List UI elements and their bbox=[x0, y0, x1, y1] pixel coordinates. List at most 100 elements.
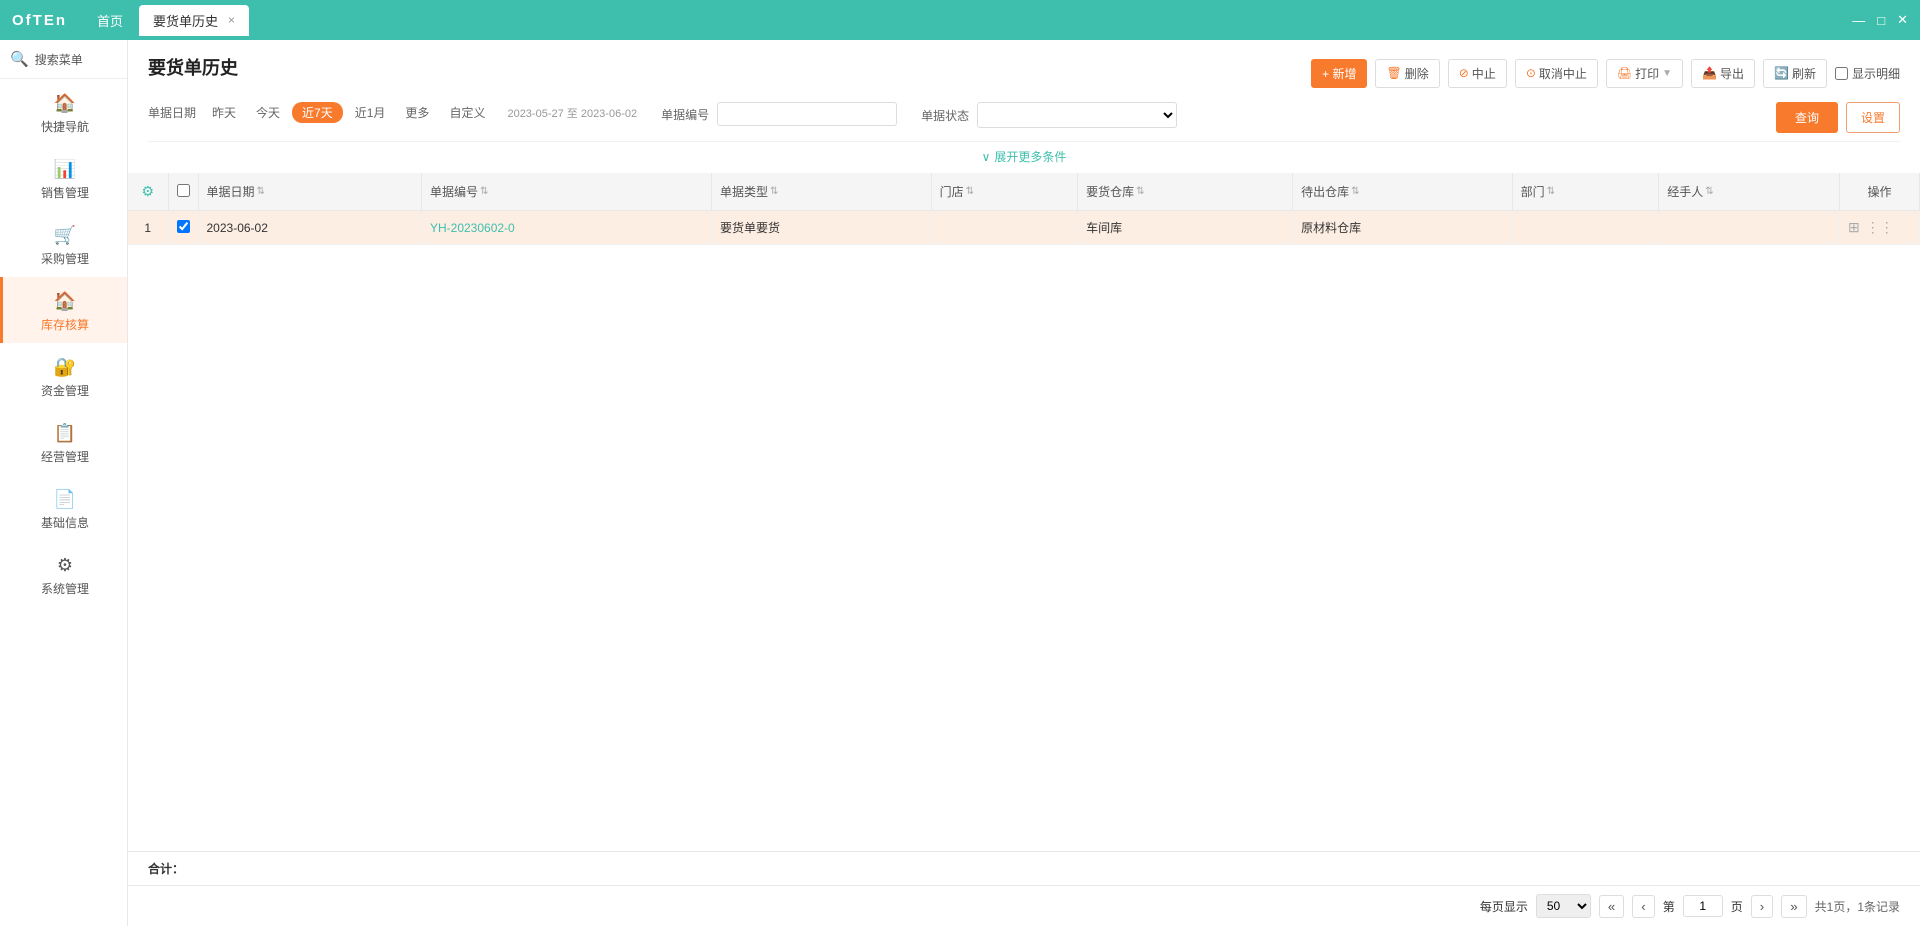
order-no-link[interactable]: YH-20230602-0 bbox=[430, 221, 515, 235]
sidebar-item-purchase[interactable]: 🛒 采购管理 bbox=[0, 211, 127, 277]
page-input[interactable] bbox=[1683, 895, 1723, 917]
date-yesterday[interactable]: 昨天 bbox=[204, 102, 244, 123]
table-body: 1 2023-06-02 YH-20230602-0 要货单要货 车间库 原材料… bbox=[128, 211, 1920, 245]
stop-button-label: 中止 bbox=[1472, 65, 1496, 82]
tab-home-label: 首页 bbox=[97, 11, 123, 30]
print-button[interactable]: 🖨 打印 ▼ bbox=[1606, 59, 1683, 88]
order-no-input[interactable] bbox=[717, 102, 897, 126]
finance-icon: 🔐 bbox=[54, 357, 76, 378]
cancel-stop-button[interactable]: ⊙ 取消中止 bbox=[1515, 59, 1598, 88]
purchase-icon: 🛒 bbox=[54, 225, 76, 246]
next-page-btn[interactable]: › bbox=[1751, 895, 1773, 918]
row-checkbox[interactable] bbox=[177, 220, 190, 233]
sidebar-item-label: 采购管理 bbox=[41, 250, 89, 267]
column-settings-icon[interactable]: ⚙ bbox=[141, 183, 154, 199]
sort-order-no[interactable]: 单据编号 bbox=[430, 183, 488, 200]
sort-store[interactable]: 门店 bbox=[940, 183, 974, 200]
date-today[interactable]: 今天 bbox=[248, 102, 288, 123]
sidebar-item-basic-info[interactable]: 📄 基础信息 bbox=[0, 475, 127, 541]
stop-button[interactable]: ⊘ 中止 bbox=[1448, 59, 1507, 88]
minimize-btn[interactable]: — bbox=[1852, 13, 1865, 28]
th-warehouse: 要货仓库 bbox=[1078, 173, 1293, 211]
th-actions: 操作 bbox=[1840, 173, 1920, 211]
sidebar-item-inventory[interactable]: 🏠 库存核算 bbox=[0, 277, 127, 343]
more-action-icon[interactable]: ⋮⋮ bbox=[1866, 219, 1894, 236]
last-page-btn[interactable]: » bbox=[1781, 895, 1806, 918]
refresh-button[interactable]: 🔄 刷新 bbox=[1763, 59, 1827, 88]
query-button-label: 查询 bbox=[1795, 109, 1819, 126]
brand-text: OfTEn bbox=[12, 12, 67, 29]
sidebar-item-label: 销售管理 bbox=[41, 184, 89, 201]
table-container: ⚙ 单据日期 单据编号 单据类型 门店 要货仓库 待出仓库 部门 bbox=[128, 173, 1920, 851]
date-custom[interactable]: 自定义 bbox=[441, 102, 493, 123]
date-filter-label: 单据日期 bbox=[148, 104, 196, 121]
sidebar-search[interactable]: 🔍 搜索菜单 bbox=[0, 40, 127, 79]
sidebar: 🔍 搜索菜单 🏠 快捷导航 📊 销售管理 🛒 采购管理 🏠 库存核算 🔐 bbox=[0, 40, 128, 926]
expand-icon: ∨ bbox=[982, 150, 991, 164]
status-filter-group: 单据状态 bbox=[921, 102, 1177, 128]
sales-icon: 📊 bbox=[54, 159, 76, 180]
first-page-btn[interactable]: « bbox=[1599, 895, 1624, 918]
table-row[interactable]: 1 2023-06-02 YH-20230602-0 要货单要货 车间库 原材料… bbox=[128, 211, 1920, 245]
sidebar-item-label: 基础信息 bbox=[41, 514, 89, 531]
status-select[interactable] bbox=[977, 102, 1177, 128]
query-button[interactable]: 查询 bbox=[1776, 102, 1838, 133]
sidebar-item-label: 库存核算 bbox=[41, 316, 89, 333]
sort-warehouse[interactable]: 要货仓库 bbox=[1086, 183, 1144, 200]
cell-department bbox=[1512, 211, 1659, 245]
view-action-icon[interactable]: ⊞ bbox=[1848, 219, 1860, 236]
basic-info-icon: 📄 bbox=[54, 489, 76, 510]
select-all-checkbox[interactable] bbox=[177, 184, 190, 197]
summary-label: 合计： bbox=[148, 860, 184, 877]
cancel-stop-button-label: 取消中止 bbox=[1539, 65, 1587, 82]
export-button[interactable]: 📤 导出 bbox=[1691, 59, 1755, 88]
export-button-label: 导出 bbox=[1720, 65, 1744, 82]
sidebar-item-label: 资金管理 bbox=[41, 382, 89, 399]
date-7days[interactable]: 近7天 bbox=[292, 102, 343, 123]
page-label: 第 bbox=[1663, 898, 1675, 915]
sort-handler[interactable]: 经手人 bbox=[1667, 183, 1713, 200]
sidebar-item-finance[interactable]: 🔐 资金管理 bbox=[0, 343, 127, 409]
table-footer: 合计： bbox=[128, 851, 1920, 885]
sort-pending-warehouse[interactable]: 待出仓库 bbox=[1301, 183, 1359, 200]
sidebar-item-sales[interactable]: 📊 销售管理 bbox=[0, 145, 127, 211]
sort-department[interactable]: 部门 bbox=[1521, 183, 1555, 200]
settings-button-label: 设置 bbox=[1861, 109, 1885, 126]
page-size-select[interactable]: 50 10 20 100 bbox=[1536, 894, 1591, 918]
top-bar-tabs: 首页 要货单历史 × bbox=[83, 5, 1852, 36]
content-area: 要货单历史 + 新增 🗑 删除 ⊘ 中止 bbox=[128, 40, 1920, 926]
operations-icon: 📋 bbox=[54, 423, 76, 444]
sidebar-item-operations[interactable]: 📋 经营管理 bbox=[0, 409, 127, 475]
sidebar-item-system[interactable]: ⚙ 系统管理 bbox=[0, 541, 127, 607]
display-detail-checkbox[interactable] bbox=[1835, 67, 1848, 80]
cell-date: 2023-06-02 bbox=[198, 211, 421, 245]
sidebar-item-quick-nav[interactable]: 🏠 快捷导航 bbox=[0, 79, 127, 145]
tab-requisition-history[interactable]: 要货单历史 × bbox=[139, 5, 249, 36]
date-more[interactable]: 更多 bbox=[397, 102, 437, 123]
th-order-no: 单据编号 bbox=[421, 173, 711, 211]
th-order-type: 单据类型 bbox=[712, 173, 932, 211]
tab-close-icon[interactable]: × bbox=[228, 13, 235, 27]
prev-page-btn[interactable]: ‹ bbox=[1632, 895, 1654, 918]
close-btn[interactable]: ✕ bbox=[1897, 12, 1908, 28]
sort-order-type[interactable]: 单据类型 bbox=[720, 183, 778, 200]
window-actions: — □ ✕ bbox=[1852, 12, 1908, 28]
total-info: 共1页，1条记录 bbox=[1815, 898, 1900, 915]
cell-order-no: YH-20230602-0 bbox=[421, 211, 711, 245]
quick-nav-icon: 🏠 bbox=[54, 93, 76, 114]
refresh-button-label: 刷新 bbox=[1792, 65, 1816, 82]
top-bar: OfTEn 首页 要货单历史 × — □ ✕ bbox=[0, 0, 1920, 40]
pagination: 每页显示 50 10 20 100 « ‹ 第 页 › » 共1页，1条记录 bbox=[128, 885, 1920, 926]
tab-home[interactable]: 首页 bbox=[83, 5, 137, 36]
new-button[interactable]: + 新增 bbox=[1311, 59, 1367, 88]
delete-button[interactable]: 🗑 删除 bbox=[1375, 59, 1439, 88]
expand-more-btn[interactable]: ∨ 展开更多条件 bbox=[982, 148, 1067, 165]
sidebar-item-label: 经营管理 bbox=[41, 448, 89, 465]
order-no-label: 单据编号 bbox=[661, 106, 709, 123]
display-detail-label: 显示明细 bbox=[1852, 65, 1900, 82]
settings-button[interactable]: 设置 bbox=[1846, 102, 1900, 133]
date-range-text: 2023-05-27 至 2023-06-02 bbox=[507, 105, 637, 121]
sort-date[interactable]: 单据日期 bbox=[207, 183, 265, 200]
maximize-btn[interactable]: □ bbox=[1877, 13, 1885, 28]
date-1month[interactable]: 近1月 bbox=[347, 102, 394, 123]
